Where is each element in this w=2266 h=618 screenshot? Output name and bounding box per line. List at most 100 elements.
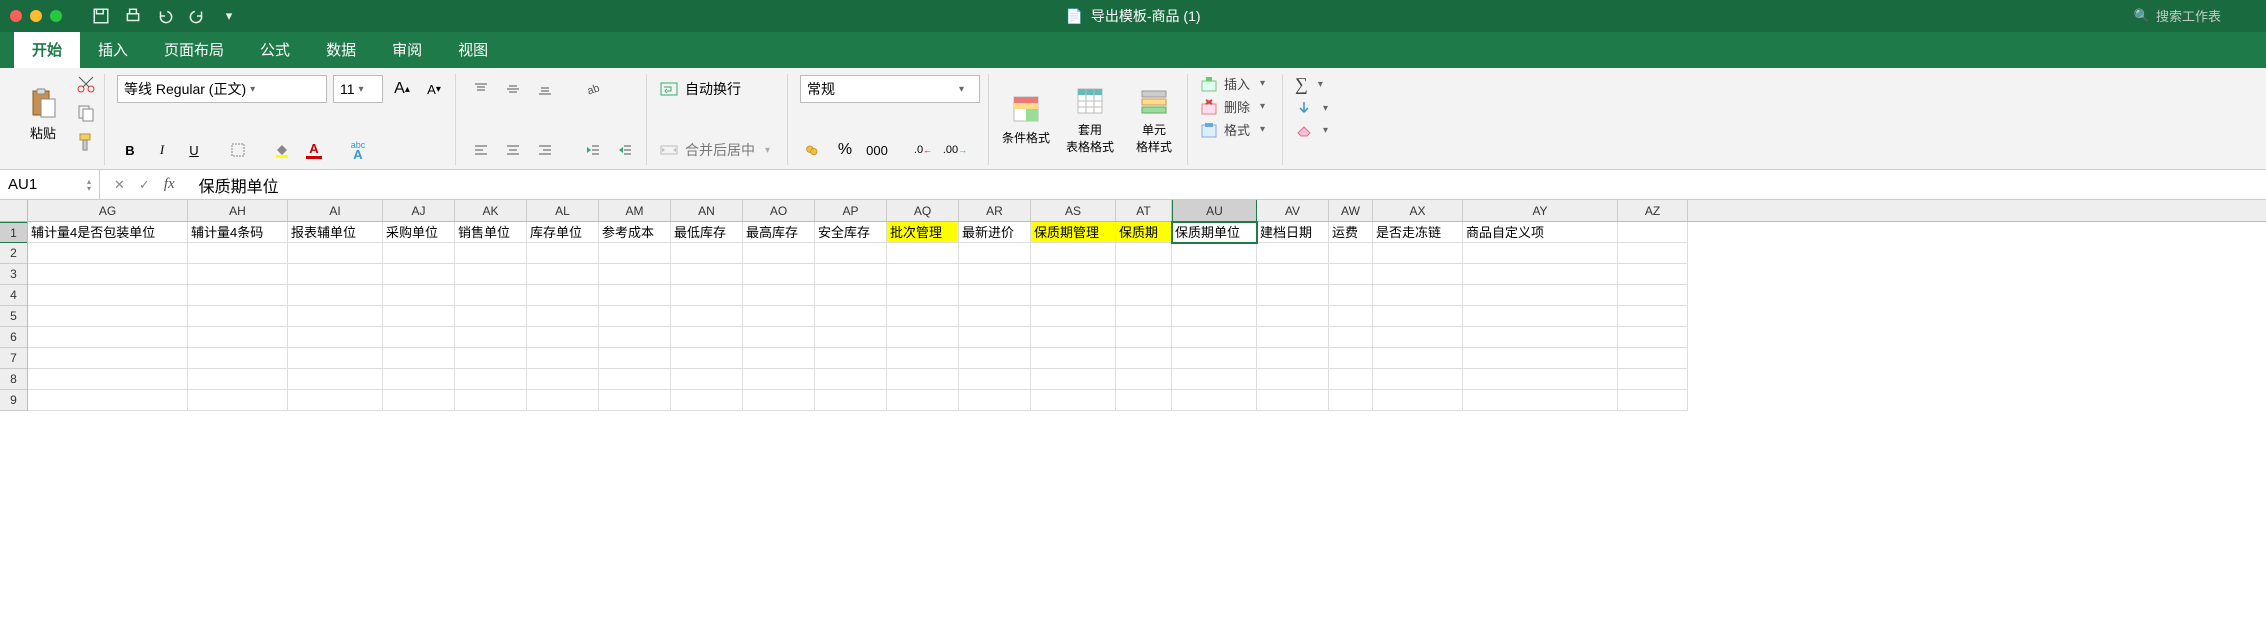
cell-AQ8[interactable] (887, 369, 959, 390)
cell-AX5[interactable] (1373, 306, 1463, 327)
cell-AP9[interactable] (815, 390, 887, 411)
cell-AU9[interactable] (1172, 390, 1257, 411)
format-painter-icon[interactable] (76, 132, 96, 155)
cell-AJ8[interactable] (383, 369, 455, 390)
cell-AQ9[interactable] (887, 390, 959, 411)
cell-AR6[interactable] (959, 327, 1031, 348)
fill-color-button[interactable] (269, 137, 295, 163)
decrease-decimal-icon[interactable]: .00→ (942, 137, 968, 163)
bold-button[interactable]: B (117, 137, 143, 163)
col-header-AM[interactable]: AM (599, 200, 671, 221)
cell-AK5[interactable] (455, 306, 527, 327)
select-all-corner[interactable] (0, 200, 28, 221)
cell-AG6[interactable] (28, 327, 188, 348)
cell-AI2[interactable] (288, 243, 383, 264)
col-header-AO[interactable]: AO (743, 200, 815, 221)
col-header-AH[interactable]: AH (188, 200, 288, 221)
cell-AV9[interactable] (1257, 390, 1329, 411)
cell-AL4[interactable] (527, 285, 599, 306)
col-header-AG[interactable]: AG (28, 200, 188, 221)
increase-indent-icon[interactable] (612, 137, 638, 163)
cell-AT6[interactable] (1116, 327, 1172, 348)
cell-AN7[interactable] (671, 348, 743, 369)
row-header-6[interactable]: 6 (0, 327, 27, 348)
cell-AS9[interactable] (1031, 390, 1116, 411)
delete-cells-button[interactable]: 删除▾ (1200, 97, 1274, 116)
cell-AY7[interactable] (1463, 348, 1618, 369)
cell-AY6[interactable] (1463, 327, 1618, 348)
decrease-indent-icon[interactable] (580, 137, 606, 163)
col-header-AN[interactable]: AN (671, 200, 743, 221)
cell-AH5[interactable] (188, 306, 288, 327)
redo-icon[interactable] (188, 7, 206, 25)
cell-AI7[interactable] (288, 348, 383, 369)
cell-AM3[interactable] (599, 264, 671, 285)
cell-AX3[interactable] (1373, 264, 1463, 285)
cell-AO6[interactable] (743, 327, 815, 348)
cell-AG4[interactable] (28, 285, 188, 306)
print-icon[interactable] (124, 7, 142, 25)
tab-审阅[interactable]: 审阅 (374, 31, 440, 68)
cell-AX9[interactable] (1373, 390, 1463, 411)
cell-AJ6[interactable] (383, 327, 455, 348)
font-name-combo[interactable]: 等线 Regular (正文)▾ (117, 75, 327, 103)
number-format-combo[interactable]: 常规▾ (800, 75, 980, 103)
cell-AT3[interactable] (1116, 264, 1172, 285)
cell-AU7[interactable] (1172, 348, 1257, 369)
cell-AT9[interactable] (1116, 390, 1172, 411)
align-left-icon[interactable] (468, 137, 494, 163)
cell-AK6[interactable] (455, 327, 527, 348)
cell-AG3[interactable] (28, 264, 188, 285)
cell-AP1[interactable]: 安全库存 (815, 222, 887, 243)
col-header-AR[interactable]: AR (959, 200, 1031, 221)
col-header-AZ[interactable]: AZ (1618, 200, 1688, 221)
cell-AS3[interactable] (1031, 264, 1116, 285)
cell-AV4[interactable] (1257, 285, 1329, 306)
cell-AN1[interactable]: 最低库存 (671, 222, 743, 243)
zoom-window-button[interactable] (50, 10, 62, 22)
fx-icon[interactable]: fx (164, 176, 175, 193)
tab-公式[interactable]: 公式 (242, 31, 308, 68)
increase-decimal-icon[interactable]: .0← (910, 137, 936, 163)
cell-AT7[interactable] (1116, 348, 1172, 369)
save-icon[interactable] (92, 7, 110, 25)
cell-AG5[interactable] (28, 306, 188, 327)
cell-AH2[interactable] (188, 243, 288, 264)
cell-AO3[interactable] (743, 264, 815, 285)
cell-AY1[interactable]: 商品自定义项 (1463, 222, 1618, 243)
cell-AW5[interactable] (1329, 306, 1373, 327)
cell-AG2[interactable] (28, 243, 188, 264)
cell-AZ9[interactable] (1618, 390, 1688, 411)
cell-AQ3[interactable] (887, 264, 959, 285)
cell-AI3[interactable] (288, 264, 383, 285)
col-header-AW[interactable]: AW (1329, 200, 1373, 221)
cell-AR7[interactable] (959, 348, 1031, 369)
col-header-AY[interactable]: AY (1463, 200, 1618, 221)
cell-AG1[interactable]: 辅计量4是否包装单位 (28, 222, 188, 243)
cell-AV5[interactable] (1257, 306, 1329, 327)
cell-AU8[interactable] (1172, 369, 1257, 390)
cell-AQ2[interactable] (887, 243, 959, 264)
cell-AZ4[interactable] (1618, 285, 1688, 306)
enter-formula-icon[interactable]: ✓ (139, 177, 150, 193)
col-header-AK[interactable]: AK (455, 200, 527, 221)
search-input[interactable] (2156, 9, 2256, 24)
cell-AK7[interactable] (455, 348, 527, 369)
cell-AP7[interactable] (815, 348, 887, 369)
cell-AL2[interactable] (527, 243, 599, 264)
cell-AO1[interactable]: 最高库存 (743, 222, 815, 243)
col-header-AL[interactable]: AL (527, 200, 599, 221)
cell-AO9[interactable] (743, 390, 815, 411)
cell-AM8[interactable] (599, 369, 671, 390)
cell-AN5[interactable] (671, 306, 743, 327)
col-header-AX[interactable]: AX (1373, 200, 1463, 221)
cell-AZ7[interactable] (1618, 348, 1688, 369)
cell-AM4[interactable] (599, 285, 671, 306)
cell-AI1[interactable]: 报表辅单位 (288, 222, 383, 243)
cell-AR8[interactable] (959, 369, 1031, 390)
cell-AL8[interactable] (527, 369, 599, 390)
insert-cells-button[interactable]: 插入▾ (1200, 74, 1274, 93)
cell-AK9[interactable] (455, 390, 527, 411)
row-header-5[interactable]: 5 (0, 306, 27, 327)
orientation-icon[interactable]: ab (580, 76, 606, 102)
